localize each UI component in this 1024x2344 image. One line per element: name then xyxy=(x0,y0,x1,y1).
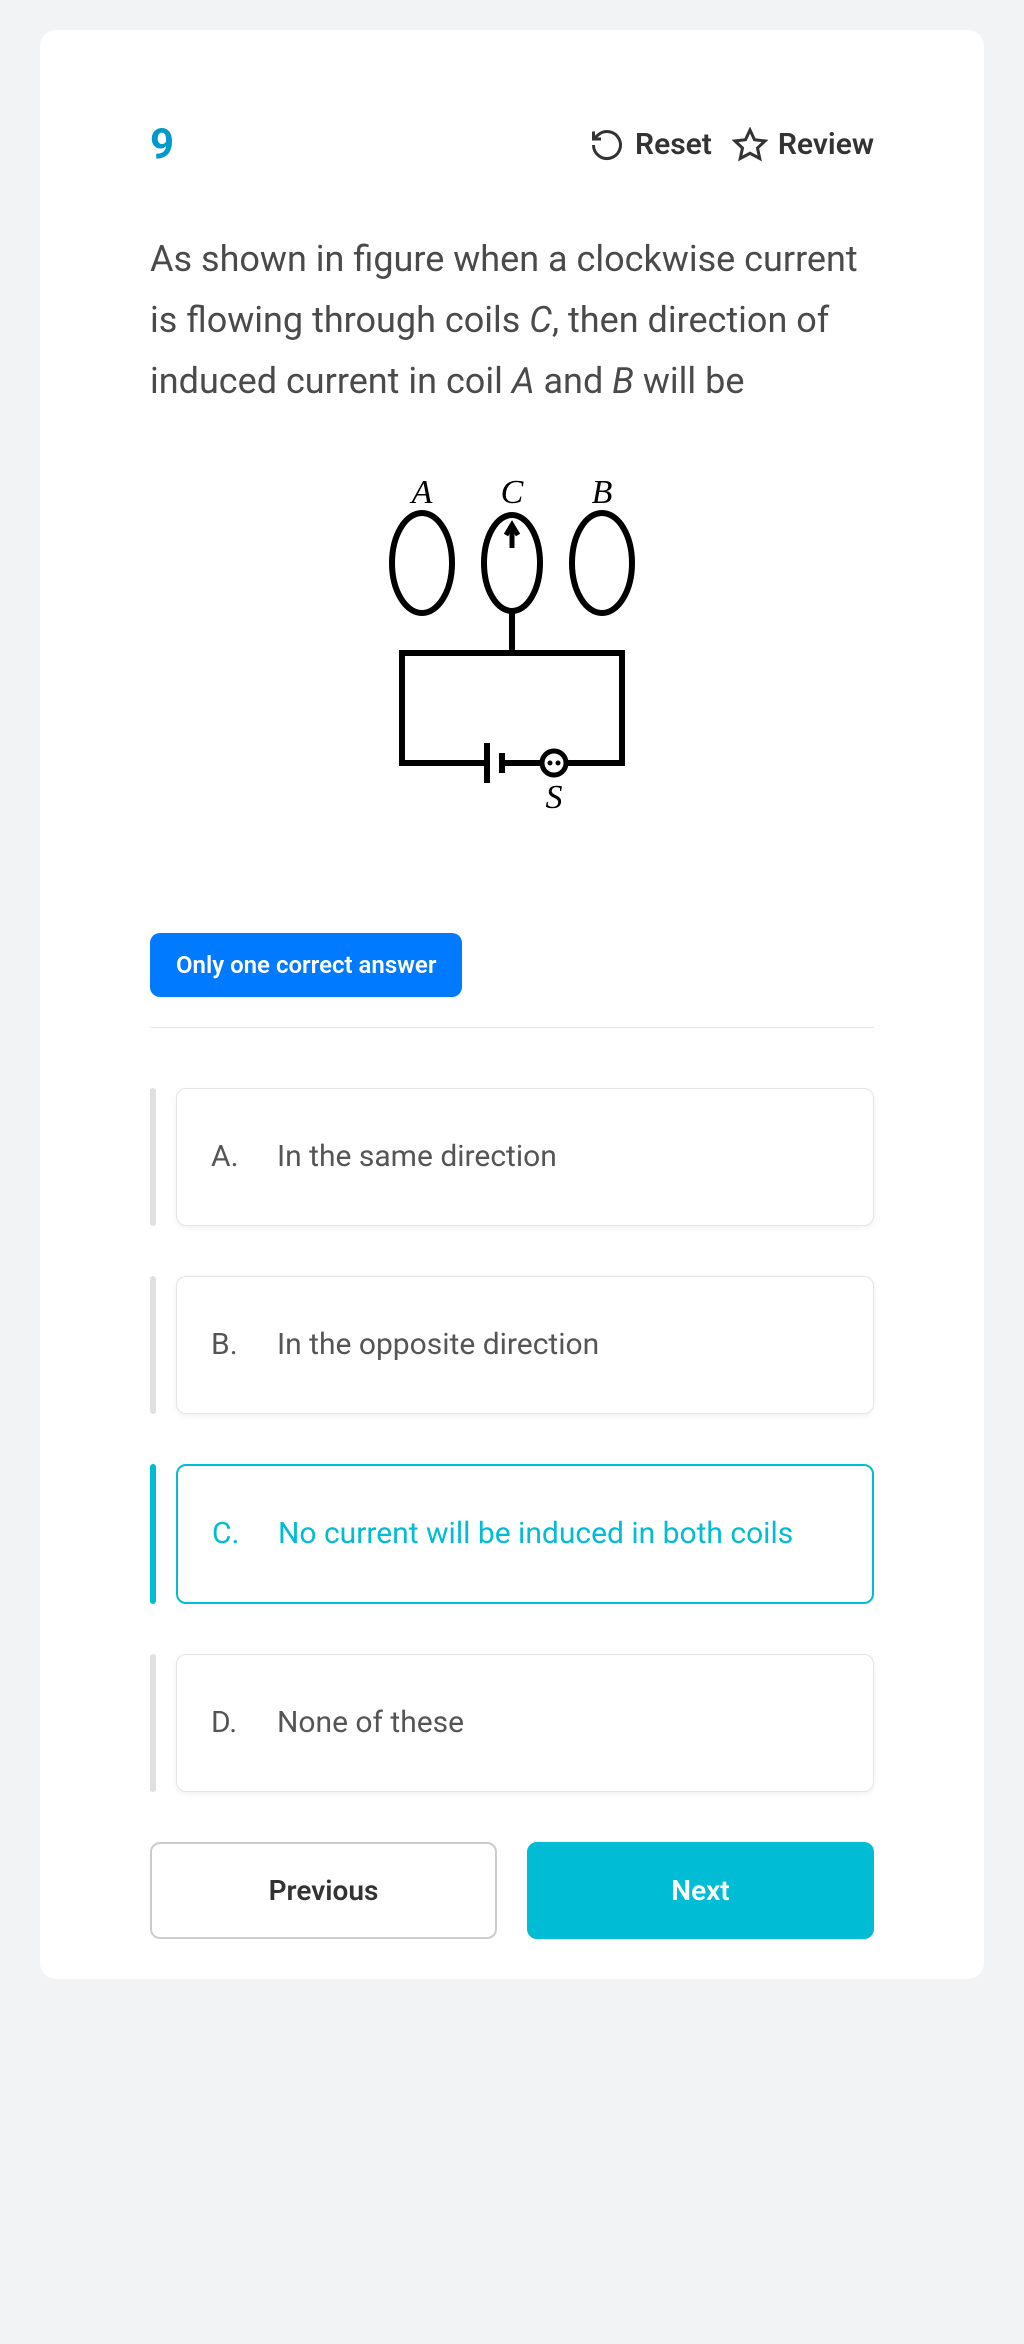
option-letter: C. xyxy=(212,1516,242,1551)
option-indicator xyxy=(150,1276,156,1414)
reset-label: Reset xyxy=(635,127,712,162)
question-header: 9 Reset Review xyxy=(150,120,874,169)
option-c[interactable]: C. No current will be induced in both co… xyxy=(150,1464,874,1604)
nav-buttons: Previous Next xyxy=(150,1842,874,1939)
svg-text:B: B xyxy=(592,474,613,511)
option-letter: D. xyxy=(211,1705,241,1740)
option-text: In the opposite direction xyxy=(277,1321,599,1369)
divider xyxy=(150,1027,874,1028)
question-number: 9 xyxy=(150,120,174,169)
options-list: A. In the same direction B. In the oppos… xyxy=(150,1088,874,1792)
next-button[interactable]: Next xyxy=(527,1842,874,1939)
option-b[interactable]: B. In the opposite direction xyxy=(150,1276,874,1414)
option-indicator xyxy=(150,1088,156,1226)
option-text: None of these xyxy=(277,1699,464,1747)
svg-text:C: C xyxy=(501,474,524,511)
option-letter: B. xyxy=(211,1327,241,1362)
svg-text:A: A xyxy=(410,474,433,511)
previous-button[interactable]: Previous xyxy=(150,1842,497,1939)
option-a[interactable]: A. In the same direction xyxy=(150,1088,874,1226)
question-text: As shown in figure when a clockwise curr… xyxy=(150,229,874,413)
reset-button[interactable]: Reset xyxy=(589,127,712,163)
question-figure: A C B S xyxy=(150,473,874,833)
question-card: 9 Reset Review As shown in fig xyxy=(40,30,984,1979)
answer-type-badge: Only one correct answer xyxy=(150,933,462,997)
review-label: Review xyxy=(778,127,874,162)
review-button[interactable]: Review xyxy=(732,127,874,163)
option-text: No current will be induced in both coils xyxy=(278,1510,793,1558)
option-d[interactable]: D. None of these xyxy=(150,1654,874,1792)
option-letter: A. xyxy=(211,1139,241,1174)
star-icon xyxy=(732,127,768,163)
circuit-diagram-icon: A C B S xyxy=(362,473,662,833)
svg-text:S: S xyxy=(546,779,563,816)
header-actions: Reset Review xyxy=(589,127,874,163)
reset-icon xyxy=(589,127,625,163)
option-indicator xyxy=(150,1654,156,1792)
option-text: In the same direction xyxy=(277,1133,557,1181)
option-indicator xyxy=(150,1464,156,1604)
